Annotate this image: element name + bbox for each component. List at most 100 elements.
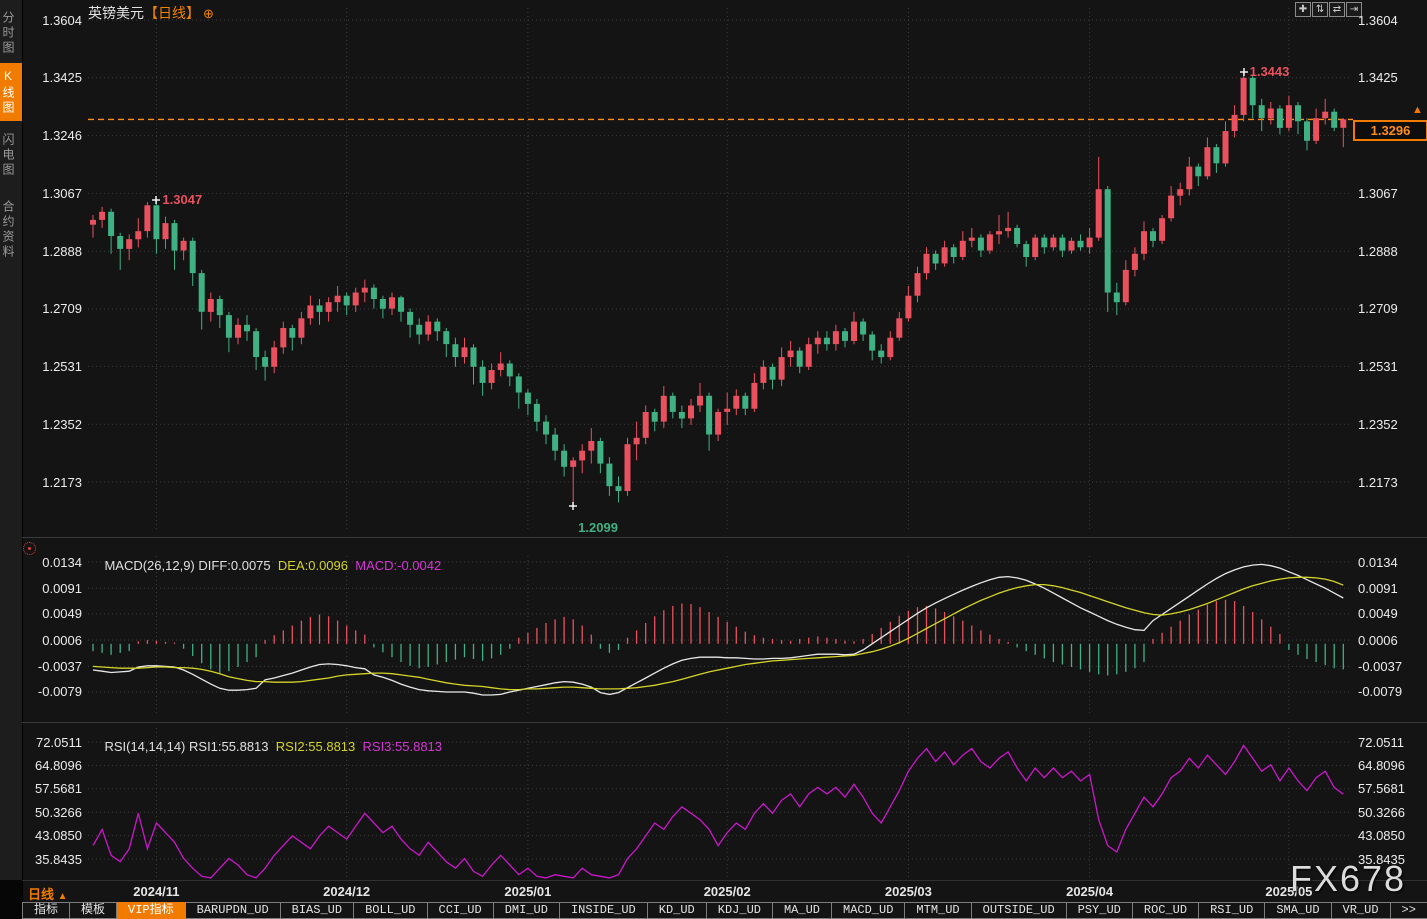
rsi-tick: 64.8096 <box>35 757 82 773</box>
macd-dea-value: DEA:0.0096 <box>277 558 348 573</box>
rsi-tick: 57.5681 <box>1358 781 1405 797</box>
rsi-tick: 72.0511 <box>1358 734 1405 750</box>
toolbar-item-KDJ_UD[interactable]: KDJ_UD <box>706 902 773 919</box>
toolbar-item-RSI_UD[interactable]: RSI_UD <box>1199 902 1266 919</box>
toolbar-item-OUTSIDE_UD[interactable]: OUTSIDE_UD <box>971 902 1067 919</box>
month-label: 2024/11 <box>133 884 180 899</box>
rsi-tick: 50.3266 <box>35 804 82 820</box>
toolbar-item-MTM_UD[interactable]: MTM_UD <box>905 902 972 919</box>
y-axis-scale-icon[interactable]: ⇅ <box>1312 2 1328 17</box>
toolbar-item-MA_UD[interactable]: MA_UD <box>772 902 832 919</box>
sidebar-tab-合约资料[interactable]: 合约资料 <box>0 190 22 270</box>
toolbar-item-SMA_UD[interactable]: SMA_UD <box>1265 902 1332 919</box>
macd-tick: 0.0134 <box>42 554 82 570</box>
trading-app-window: 分时图 K线图 闪电图 合约资料 英镑美元【日线】 ⊕ ✚ ⇅ ⇄ ⇥ MACD(26,12,… <box>0 0 1427 919</box>
toolbar-item-指标[interactable]: 指标 <box>22 902 71 919</box>
bottom-toolbar: 指标 模板 VIP指标 BARUPDN_UD BIAS_UD BOLL_UD CCI_UD D… <box>22 902 1427 919</box>
add-indicator-icon[interactable]: ⊕ <box>203 6 214 21</box>
month-label: 2025/04 <box>1066 884 1114 899</box>
price-tick: 1.3425 <box>1358 70 1398 86</box>
price-tick: 1.3604 <box>42 12 82 28</box>
month-label: 2025/02 <box>703 884 751 899</box>
toolbar-item->>[interactable]: >> <box>1390 902 1427 919</box>
toolbar-item-CCI_UD[interactable]: CCI_UD <box>427 902 494 919</box>
rsi-tick: 50.3266 <box>1358 804 1405 820</box>
toolbar-item-DMI_UD[interactable]: DMI_UD <box>493 902 560 919</box>
price-tick: 1.2709 <box>42 301 82 317</box>
price-tick: 1.2709 <box>1358 301 1398 317</box>
price-tick: 1.3425 <box>42 70 82 86</box>
axis-separator <box>22 880 1427 881</box>
month-label: 2025/01 <box>504 884 552 899</box>
rsi2-value: RSI2:55.8813 <box>275 739 356 754</box>
x-axis-scale-icon[interactable]: ⇄ <box>1329 2 1345 17</box>
toolbar-item-BARUPDN_UD[interactable]: BARUPDN_UD <box>185 902 281 919</box>
sidebar-bottom-block <box>0 880 22 919</box>
watermark: FX678 <box>1290 858 1407 899</box>
price-up-arrow-icon: ▲ <box>1412 104 1423 116</box>
period-tag: 【日线】 <box>144 5 200 21</box>
macd-tick: 0.0091 <box>42 580 82 596</box>
price-tick: 1.2352 <box>1358 416 1398 432</box>
toolbar-item-BOLL_UD[interactable]: BOLL_UD <box>354 902 428 919</box>
period-selector-label: 日线 <box>28 887 55 902</box>
macd-tick: -0.0079 <box>37 684 82 700</box>
macd-indicator-header[interactable]: MACD(26,12,9) DIFF:0.0075 DEA:0.0096 MAC… <box>90 543 441 588</box>
toolbar-item-INSIDE_UD[interactable]: INSIDE_UD <box>559 902 648 919</box>
rsi-tick: 43.0850 <box>35 828 82 844</box>
rsi-tick: 57.5681 <box>35 781 82 797</box>
sidebar-tab-分时图[interactable]: 分时图 <box>0 6 22 60</box>
toolbar-item-BIAS_UD[interactable]: BIAS_UD <box>280 902 355 919</box>
price-tick: 1.3067 <box>1358 185 1398 201</box>
month-label: 2025/03 <box>884 884 932 899</box>
period-dropdown-arrow-icon: ▲ <box>57 891 68 902</box>
toolbar-item-ROC_UD[interactable]: ROC_UD <box>1132 902 1200 919</box>
macd-tick: 0.0006 <box>42 632 82 648</box>
toolbar-item-VR_UD[interactable]: VR_UD <box>1331 902 1391 919</box>
price-annotation-low_jan: 1.2099 <box>578 519 618 535</box>
price-tick: 1.2173 <box>42 474 82 490</box>
macd-tick: -0.0037 <box>37 658 82 674</box>
price-tick: 1.3067 <box>42 185 82 201</box>
period-selector[interactable]: 日线 ▲ <box>28 884 68 903</box>
toolbar-item-模板[interactable]: 模板 <box>70 902 118 919</box>
drawing-anchor-icon[interactable] <box>23 542 36 555</box>
toolbar-item-KD_UD[interactable]: KD_UD <box>647 902 707 919</box>
rsi-indicator-header[interactable]: RSI(14,14,14) RSI1:55.8813 RSI2:55.8813 … <box>90 724 442 769</box>
macd-diff-value: DIFF:0.0075 <box>198 558 271 573</box>
price-tick: 1.3246 <box>42 128 82 144</box>
panel-separator[interactable] <box>22 537 1427 538</box>
toolbar-item-VIP指标[interactable]: VIP指标 <box>117 902 186 919</box>
macd-tick: 0.0134 <box>1358 554 1398 570</box>
sidebar-tab-闪电图[interactable]: 闪电图 <box>0 126 22 184</box>
rsi3-value: RSI3:55.8813 <box>362 739 443 754</box>
macd-tick: 0.0091 <box>1358 580 1398 596</box>
rsi-tick: 43.0850 <box>1358 828 1405 844</box>
sidebar-tab-K线图[interactable]: K线图 <box>0 63 22 121</box>
price-tick: 1.2173 <box>1358 474 1398 490</box>
toolbar-item-PSY_UD[interactable]: PSY_UD <box>1066 902 1133 919</box>
toolbar-item-MACD_UD[interactable]: MACD_UD <box>832 902 906 919</box>
price-tick: 1.2531 <box>1358 358 1398 374</box>
rsi-tick: 35.8435 <box>35 851 82 867</box>
price-tick: 1.2888 <box>42 243 82 259</box>
macd-tick: 0.0049 <box>42 606 82 622</box>
rsi-tick: 72.0511 <box>35 734 82 750</box>
panel-separator[interactable] <box>22 722 1427 723</box>
price-tick: 1.2352 <box>42 416 82 432</box>
price-annotation-high_oct: 1.3047 <box>162 191 203 207</box>
chart-canvas[interactable] <box>0 0 1427 919</box>
macd-tick: -0.0037 <box>1358 658 1403 674</box>
macd-params-label: MACD(26,12,9) <box>104 558 195 573</box>
macd-tick: -0.0079 <box>1358 684 1403 700</box>
crosshair-icon[interactable]: ✚ <box>1295 2 1311 17</box>
rsi1-value: RSI1:55.8813 <box>189 739 269 754</box>
price-tick: 1.2531 <box>42 358 82 374</box>
month-label: 2024/12 <box>323 884 371 899</box>
price-tick: 1.2888 <box>1358 243 1398 259</box>
last-price-badge: 1.3296 <box>1353 120 1427 141</box>
rsi-tick: 64.8096 <box>1358 757 1405 773</box>
macd-tick: 0.0049 <box>1358 606 1398 622</box>
symbol-name: 英镑美元 <box>88 5 144 21</box>
macd-tick: 0.0006 <box>1358 632 1398 648</box>
